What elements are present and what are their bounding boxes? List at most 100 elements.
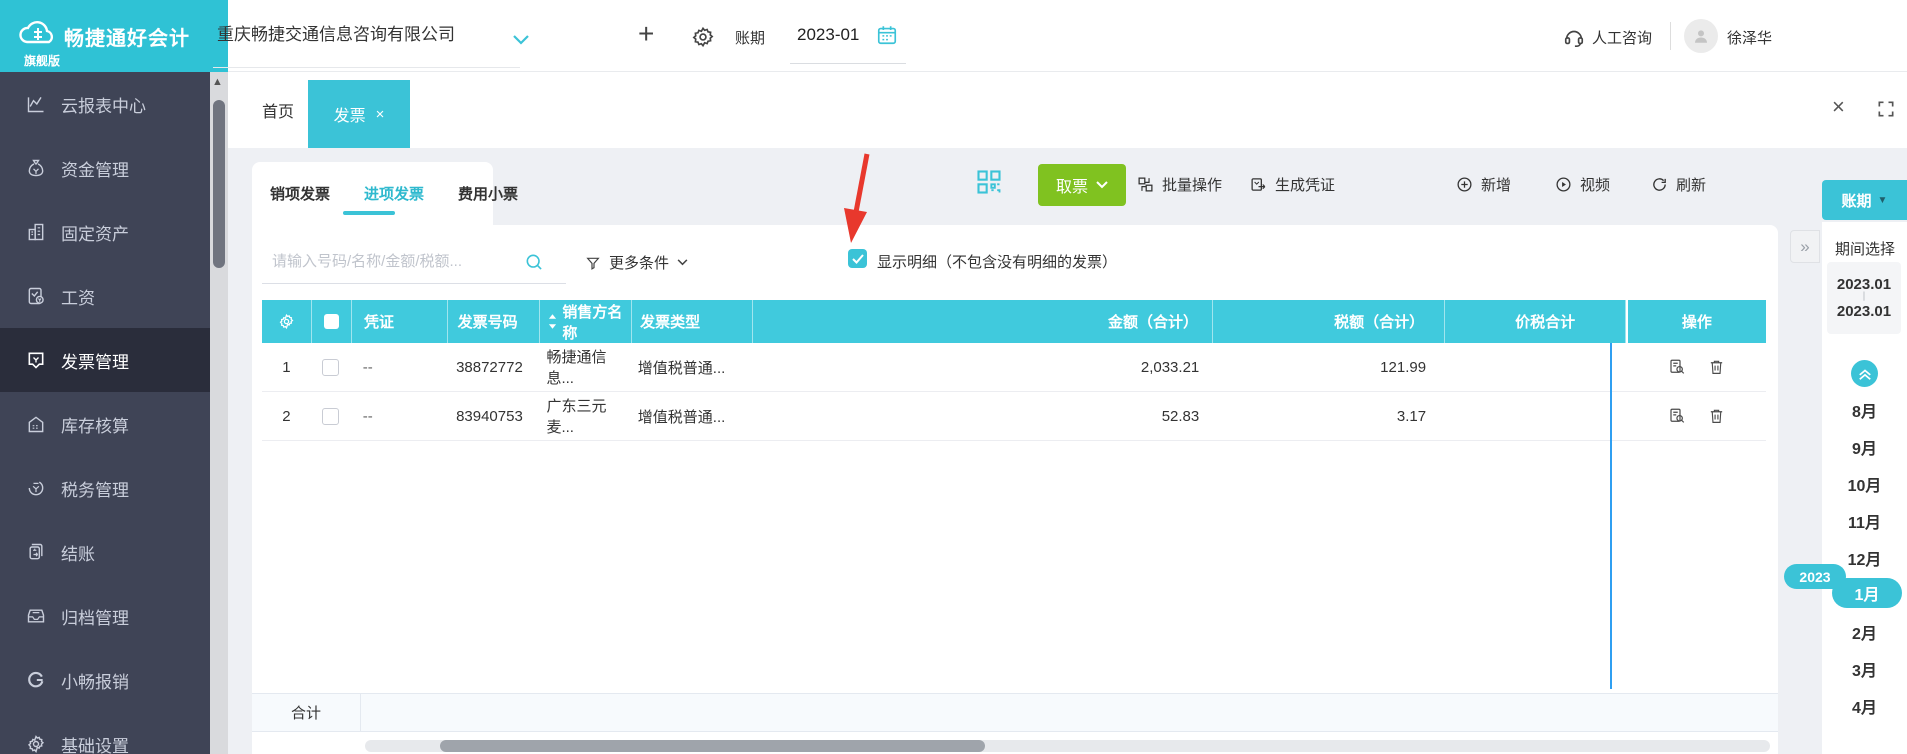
sidebar-item-label: 发票管理 <box>61 352 129 372</box>
settings-gear-icon[interactable] <box>692 26 714 48</box>
generate-voucher-button[interactable]: 生成凭证 <box>1250 174 1335 195</box>
view-voucher-icon[interactable] <box>1668 407 1686 425</box>
caret-down-icon: ▼ <box>1877 194 1888 206</box>
tab-close-icon[interactable]: × <box>376 106 385 123</box>
scroll-months-up-button[interactable] <box>1851 360 1878 387</box>
invoice-table-body: 1 -- 38872772 畅捷通信息... 增值税普通... 2,033.21… <box>262 343 1766 441</box>
header-amount[interactable]: 金额（合计） <box>753 300 1213 343</box>
month-item-mar[interactable]: 3月 <box>1822 654 1907 684</box>
view-voucher-icon[interactable] <box>1668 358 1686 376</box>
company-chevron-down-icon[interactable] <box>512 34 530 46</box>
sidebar-item-payroll[interactable]: 工资 <box>0 264 210 328</box>
user-name[interactable]: 徐泽华 <box>1727 27 1772 48</box>
search-field[interactable] <box>262 240 566 284</box>
tab-invoice[interactable]: 发票 × <box>308 80 410 148</box>
batch-operations-button[interactable]: 批量操作 <box>1137 174 1222 195</box>
table-gear-icon[interactable] <box>278 313 295 330</box>
month-item-nov[interactable]: 11月 <box>1822 506 1907 536</box>
month-item-feb[interactable]: 2月 <box>1822 617 1907 647</box>
sidebar-item-tax[interactable]: 税务管理 <box>0 456 210 520</box>
brand-name: 畅捷通好会计 <box>64 28 190 50</box>
sidebar-item-label: 小畅报销 <box>61 672 129 692</box>
table-row[interactable]: 2 -- 83940753 广东三元麦... 增值税普通... 52.83 3.… <box>262 392 1766 441</box>
fullscreen-icon[interactable] <box>1876 99 1896 119</box>
sort-icon[interactable] <box>548 314 557 329</box>
header-total-clipped[interactable]: 价税合计 <box>1445 300 1626 343</box>
sidebar-item-reimbursement[interactable]: 小畅报销 <box>0 648 210 712</box>
table-row[interactable]: 1 -- 38872772 畅捷通信息... 增值税普通... 2,033.21… <box>262 343 1766 392</box>
tab-home-label: 首页 <box>261 104 294 121</box>
delete-trash-icon[interactable] <box>1708 407 1725 425</box>
sidebar-item-closing[interactable]: 结账 <box>0 520 210 584</box>
row-checkbox[interactable] <box>322 358 340 376</box>
column-settings-cell[interactable] <box>262 300 312 343</box>
row-index: 2 <box>282 407 291 425</box>
period-range-box[interactable]: 2023.01 丨 2023.01 <box>1827 262 1901 334</box>
sidebar-item-funds[interactable]: 资金管理 <box>0 136 210 200</box>
add-account-set-button[interactable]: + <box>638 18 654 50</box>
horizontal-scrollbar-thumb[interactable] <box>440 740 985 752</box>
show-detail-checkbox[interactable] <box>848 249 867 268</box>
calendar-icon[interactable] <box>876 24 898 46</box>
video-button[interactable]: 视频 <box>1555 174 1610 195</box>
month-item-oct[interactable]: 10月 <box>1822 469 1907 499</box>
more-filters-label: 更多条件 <box>609 255 670 272</box>
refresh-button[interactable]: 刷新 <box>1651 174 1706 195</box>
support-link[interactable]: 人工咨询 <box>1592 27 1652 48</box>
search-icon[interactable] <box>524 252 544 272</box>
fetch-invoice-button[interactable]: 取票 <box>1038 164 1126 206</box>
period-range-from[interactable]: 2023.01 <box>1837 276 1891 293</box>
cell-voucher: -- <box>362 407 373 425</box>
tab-home[interactable]: 首页 <box>248 72 308 148</box>
sidebar-item-label: 归档管理 <box>61 608 129 628</box>
cell-operations <box>1627 343 1766 391</box>
row-checkbox-cell[interactable] <box>311 343 351 391</box>
cell-type: 增值税普通... <box>637 408 726 426</box>
month-item-apr[interactable]: 4月 <box>1822 691 1907 721</box>
delete-trash-icon[interactable] <box>1708 358 1725 376</box>
subtab-purchase-invoice[interactable]: 进项发票 <box>364 183 424 204</box>
header-operations: 操作 <box>1625 300 1766 343</box>
sidebar-item-label: 税务管理 <box>61 480 129 500</box>
sidebar-item-archive[interactable]: 归档管理 <box>0 584 210 648</box>
period-range-to[interactable]: 2023.01 <box>1837 303 1891 320</box>
header-seller[interactable]: 销售方名称 <box>540 300 633 343</box>
close-panel-icon[interactable]: × <box>1832 94 1845 120</box>
fetch-invoice-label: 取票 <box>1055 179 1088 196</box>
subtab-expense-receipt[interactable]: 费用小票 <box>458 183 518 204</box>
collapse-panel-button[interactable]: » <box>1790 230 1820 263</box>
app-window: 畅捷通好会计 旗舰版 重庆畅捷交通信息咨询有限公司 + 账期 2023-01 人… <box>0 0 1907 754</box>
header-invoice-type[interactable]: 发票类型 <box>632 300 754 343</box>
subtab-sales-invoice[interactable]: 销项发票 <box>270 183 330 204</box>
header-tax[interactable]: 税额（合计） <box>1213 300 1446 343</box>
avatar[interactable] <box>1684 19 1718 53</box>
totals-label: 合计 <box>252 694 361 731</box>
search-input[interactable] <box>270 252 524 271</box>
row-checkbox-cell[interactable] <box>311 392 351 440</box>
sidebar-item-label: 云报表中心 <box>61 96 146 116</box>
scroll-up-arrow-icon[interactable]: ▲ <box>212 76 223 88</box>
month-item-aug[interactable]: 8月 <box>1822 395 1907 425</box>
sidebar-item-invoice-management[interactable]: 发票管理 <box>0 328 210 392</box>
add-new-button[interactable]: 新增 <box>1456 174 1511 195</box>
sidebar-item-inventory[interactable]: 库存核算 <box>0 392 210 456</box>
select-all-cell[interactable] <box>312 300 353 343</box>
more-filters-button[interactable]: 更多条件 <box>585 252 688 273</box>
period-value[interactable]: 2023-01 <box>797 25 859 45</box>
header-invoice-no[interactable]: 发票号码 <box>448 300 541 343</box>
sidebar-scrollbar-thumb[interactable] <box>213 100 225 268</box>
headset-icon <box>1563 26 1585 48</box>
sidebar-item-label: 基础设置 <box>61 736 129 754</box>
qr-code-icon[interactable] <box>975 168 1003 196</box>
header-voucher[interactable]: 凭证 <box>352 300 448 343</box>
row-checkbox[interactable] <box>322 407 340 425</box>
sidebar-item-base-settings[interactable]: 基础设置 <box>0 712 210 754</box>
sidebar-item-fixed-assets[interactable]: 固定资产 <box>0 200 210 264</box>
payroll-icon <box>26 286 46 306</box>
period-panel-button[interactable]: 账期 ▼ <box>1822 180 1907 220</box>
sidebar-item-cloud-reports[interactable]: 云报表中心 <box>0 72 210 136</box>
company-selector[interactable]: 重庆畅捷交通信息咨询有限公司 <box>217 0 455 64</box>
month-item-sep[interactable]: 9月 <box>1822 432 1907 462</box>
brand-edition: 旗舰版 <box>24 54 61 68</box>
select-all-checkbox[interactable] <box>323 314 339 329</box>
